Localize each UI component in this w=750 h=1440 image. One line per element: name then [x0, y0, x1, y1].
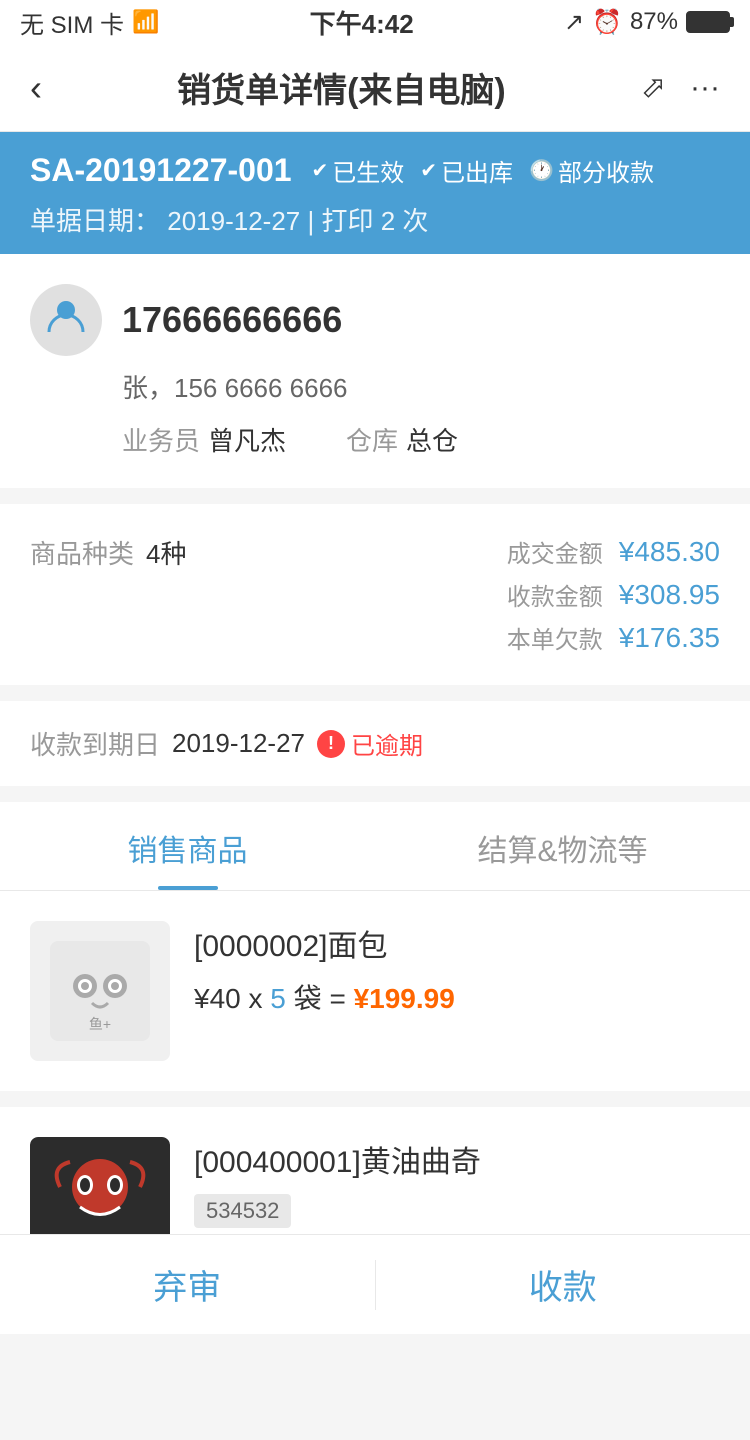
product-thumbnail-1: 鱼+ [30, 921, 170, 1061]
svg-text:鱼+: 鱼+ [89, 1016, 111, 1032]
deal-amount-label: 成交金额 [483, 534, 603, 569]
price-x-1: x [249, 983, 271, 1014]
battery-icon [686, 11, 730, 33]
overdue-badge: ! 已逾期 [317, 726, 423, 761]
header-banner: SA-20191227-001 ✔ 已生效 ✔ 已出库 🕐 部分收款 单据日期：… [0, 132, 750, 254]
status-right: ↗ ⏰ 87% [564, 8, 730, 37]
status-partial-label: 部分收款 [558, 153, 654, 188]
avatar-icon [45, 294, 87, 346]
customer-name: 17666666666 [122, 299, 342, 341]
product-name-1: [0000002]面包 [194, 921, 720, 965]
nav-bar: ‹ 销货单详情(来自电脑) ⬀ ··· [0, 44, 750, 132]
due-date-section: 收款到期日 2019-12-27 ! 已逾期 [0, 701, 750, 786]
overdue-icon: ! [317, 730, 345, 758]
banner-date-row: 单据日期： 2019-12-27 | 打印 2 次 [30, 201, 720, 238]
received-amount-label: 收款金额 [483, 577, 603, 612]
check-icon-2: ✔ [420, 158, 437, 183]
price-total-1: ¥199.99 [354, 983, 455, 1014]
warehouse-label: 仓库 [346, 421, 398, 458]
received-amount-row: 收款金额 ¥308.95 [483, 577, 720, 612]
cancel-review-button[interactable]: 弃审 [0, 1240, 375, 1329]
debt-value: ¥176.35 [619, 622, 720, 654]
status-shipped-label: 已出库 [441, 153, 513, 188]
clock-icon: 🕐 [529, 158, 554, 183]
product-code-2: [000400001] [194, 1146, 361, 1179]
due-date-value: 2019-12-27 [172, 728, 305, 759]
battery-percent: 87% [630, 8, 678, 36]
product-name-2: [000400001]黄油曲奇 [194, 1137, 720, 1181]
customer-info-row: 业务员 曾凡杰 仓库 总仓 [122, 421, 720, 458]
banner-row1: SA-20191227-001 ✔ 已生效 ✔ 已出库 🕐 部分收款 [30, 152, 720, 189]
order-id: SA-20191227-001 [30, 152, 292, 189]
status-time: 下午4:42 [310, 4, 414, 41]
due-date-label: 收款到期日 [30, 725, 160, 762]
tab-settlement-label: 结算&物流等 [477, 835, 647, 868]
price-unit-1: 袋 [294, 983, 322, 1014]
status-effective-label: 已生效 [332, 153, 404, 188]
status-left: 无 SIM 卡 📶 [20, 5, 159, 40]
category-value: 4种 [146, 534, 186, 571]
stats-section: 商品种类 4种 成交金额 ¥485.30 收款金额 ¥308.95 本单欠款 ¥… [0, 504, 750, 685]
customer-row: 17666666666 [30, 284, 720, 356]
product-item: 鱼+ [0000002]面包 ¥40 x 5 袋 = ¥199.99 [0, 891, 750, 1091]
share-button[interactable]: ⬀ [641, 70, 666, 105]
print-info: 打印 2 次 [321, 206, 428, 236]
status-badge-shipped: ✔ 已出库 [420, 153, 513, 188]
overdue-label: 已逾期 [351, 726, 423, 761]
status-badges: ✔ 已生效 ✔ 已出库 🕐 部分收款 [312, 153, 654, 188]
location-icon: ↗ [564, 8, 584, 37]
tab-products[interactable]: 销售商品 [0, 802, 375, 890]
nav-actions: ⬀ ··· [641, 70, 720, 105]
warehouse-value: 总仓 [406, 421, 458, 458]
tab-settlement[interactable]: 结算&物流等 [375, 802, 750, 890]
tab-products-label: 销售商品 [128, 835, 248, 868]
product-code-1: [0000002] [194, 930, 327, 963]
salesperson-value: 曾凡杰 [208, 421, 286, 458]
deal-amount-row: 成交金额 ¥485.30 [483, 534, 720, 569]
more-button[interactable]: ··· [690, 71, 720, 105]
bottom-bar: 弃审 收款 [0, 1234, 750, 1334]
price-eq-1: = [329, 983, 353, 1014]
collect-payment-button[interactable]: 收款 [376, 1240, 750, 1329]
avatar [30, 284, 102, 356]
stats-category: 商品种类 4种 [30, 534, 186, 571]
tabs: 销售商品 结算&物流等 [0, 802, 750, 891]
status-badge-partial: 🕐 部分收款 [529, 153, 654, 188]
category-label: 商品种类 [30, 534, 134, 571]
price-base-1: ¥40 [194, 983, 241, 1014]
customer-sub-info: 张，156 6666 6666 [122, 368, 720, 405]
customer-section: 17666666666 张，156 6666 6666 业务员 曾凡杰 仓库 总… [0, 254, 750, 488]
check-icon-1: ✔ [312, 158, 329, 183]
salesperson-label: 业务员 [122, 421, 200, 458]
stats-amounts: 成交金额 ¥485.30 收款金额 ¥308.95 本单欠款 ¥176.35 [483, 534, 720, 655]
alarm-icon: ⏰ [592, 8, 622, 37]
page-title: 销货单详情(来自电脑) [177, 63, 506, 112]
received-amount-value: ¥308.95 [619, 579, 720, 611]
product-title-2: 黄油曲奇 [361, 1146, 481, 1179]
salesperson-info: 业务员 曾凡杰 [122, 421, 286, 458]
carrier-text: 无 SIM 卡 [20, 5, 124, 40]
order-date: 2019-12-27 [167, 206, 300, 236]
product-tag-2: 534532 [194, 1194, 291, 1228]
date-label: 单据日期： [30, 206, 160, 236]
warehouse-info: 仓库 总仓 [346, 421, 458, 458]
price-qty-1: 5 [270, 983, 286, 1014]
debt-label: 本单欠款 [483, 620, 603, 655]
wifi-icon: 📶 [132, 9, 159, 35]
product-info-1: [0000002]面包 ¥40 x 5 袋 = ¥199.99 [194, 921, 720, 1017]
debt-row: 本单欠款 ¥176.35 [483, 620, 720, 655]
product-title-1: 面包 [327, 930, 387, 963]
status-badge-effective: ✔ 已生效 [312, 153, 405, 188]
deal-amount-value: ¥485.30 [619, 536, 720, 568]
status-bar: 无 SIM 卡 📶 下午4:42 ↗ ⏰ 87% [0, 0, 750, 44]
product-price-1: ¥40 x 5 袋 = ¥199.99 [194, 977, 720, 1017]
back-button[interactable]: ‹ [30, 67, 42, 109]
separator: | [307, 206, 321, 236]
